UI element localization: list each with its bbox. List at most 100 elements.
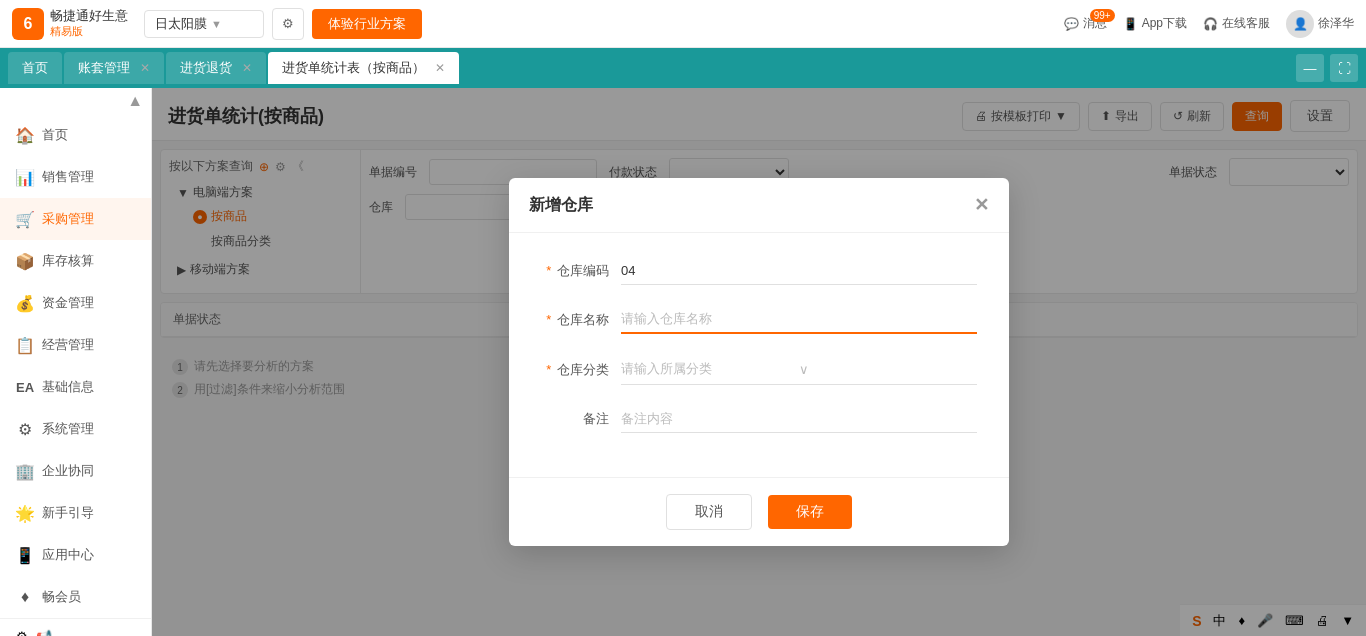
modal-add-warehouse: 新增仓库 ✕ * 仓库编码 * (509, 178, 1009, 546)
sidebar-settings-icon[interactable]: ⚙ (16, 629, 28, 636)
content-area: 进货单统计(按商品) 🖨 按模板打印 ▼ ⬆ 导出 ↺ 刷新 查询 (152, 88, 1366, 636)
sidebar-sales-label: 销售管理 (42, 168, 94, 186)
app-download-button[interactable]: 📱 App下载 (1123, 15, 1187, 32)
message-icon: 💬 (1064, 17, 1079, 31)
finance-icon: 💰 (16, 294, 34, 312)
cancel-button[interactable]: 取消 (666, 494, 752, 530)
sidebar-inventory-label: 库存核算 (42, 252, 94, 270)
store-name: 日太阳膜 (155, 15, 207, 33)
expand-icon: ⛶ (1338, 61, 1351, 76)
purchase-icon: 🛒 (16, 210, 34, 228)
sales-icon: 📊 (16, 168, 34, 186)
tab-returns[interactable]: 进货退货 ✕ (166, 52, 266, 84)
sidebar-speaker-icon[interactable]: 📢 (36, 629, 52, 636)
trial-button[interactable]: 体验行业方案 (312, 9, 422, 39)
sidebar-bottom: ⚙ 📢 (0, 618, 151, 636)
sidebar-home-label: 首页 (42, 126, 68, 144)
tab-minimize-button[interactable]: — (1296, 54, 1324, 82)
save-button[interactable]: 保存 (768, 495, 852, 529)
customer-service-label: 在线客服 (1222, 15, 1270, 32)
modal-overlay: 新增仓库 ✕ * 仓库编码 * (152, 88, 1366, 636)
name-label: * 仓库名称 (541, 311, 621, 329)
tab-account-label: 账套管理 (78, 59, 130, 77)
sidebar-item-inventory[interactable]: 📦 库存核算 (0, 240, 151, 282)
sidebar: ▲ 🏠 首页 📊 销售管理 🛒 采购管理 📦 库存核算 💰 资金管理 📋 经营管… (0, 88, 152, 636)
tab-home[interactable]: 首页 (8, 52, 62, 84)
category-label: * 仓库分类 (541, 361, 621, 379)
sidebar-item-guide[interactable]: 🌟 新手引导 (0, 492, 151, 534)
store-selector[interactable]: 日太阳膜 ▼ (144, 10, 264, 38)
sidebar-operation-label: 经营管理 (42, 336, 94, 354)
sidebar-item-home[interactable]: 🏠 首页 (0, 114, 151, 156)
category-required-star: * (546, 362, 551, 377)
app-download-label: App下载 (1142, 15, 1187, 32)
tab-statistics-close-icon[interactable]: ✕ (435, 61, 445, 75)
tab-returns-close-icon[interactable]: ✕ (242, 61, 252, 75)
minimize-icon: — (1304, 61, 1317, 76)
tab-statistics[interactable]: 进货单统计表（按商品） ✕ (268, 52, 459, 84)
sidebar-collapse[interactable]: ▲ (0, 88, 151, 114)
message-badge: 99+ (1090, 9, 1115, 22)
modal-row-category: * 仓库分类 请输入所属分类 ∨ (541, 354, 977, 385)
message-button[interactable]: 💬 消息 99+ (1064, 15, 1107, 32)
modal-close-button[interactable]: ✕ (974, 194, 989, 216)
sidebar-finance-label: 资金管理 (42, 294, 94, 312)
tab-statistics-label: 进货单统计表（按商品） (282, 59, 425, 77)
category-placeholder: 请输入所属分类 (621, 360, 799, 378)
name-required-star: * (546, 312, 551, 327)
remark-input[interactable] (621, 405, 977, 433)
sidebar-item-system[interactable]: ⚙ 系统管理 (0, 408, 151, 450)
header-right: 💬 消息 99+ 📱 App下载 🎧 在线客服 👤 徐泽华 (1064, 10, 1354, 38)
logo-icon: 6 (12, 8, 44, 40)
tab-home-label: 首页 (22, 59, 48, 77)
warehouse-name-input[interactable] (621, 305, 977, 334)
system-icon: ⚙ (16, 420, 34, 438)
warehouse-code-input[interactable] (621, 257, 977, 285)
tab-account[interactable]: 账套管理 ✕ (64, 52, 164, 84)
guide-icon: 🌟 (16, 504, 34, 522)
tab-expand-button[interactable]: ⛶ (1330, 54, 1358, 82)
modal-body: * 仓库编码 * 仓库名称 (509, 233, 1009, 477)
sidebar-item-finance[interactable]: 💰 资金管理 (0, 282, 151, 324)
sidebar-item-apps[interactable]: 📱 应用中心 (0, 534, 151, 576)
settings-button[interactable]: ⚙ (272, 8, 304, 40)
sidebar-item-operation[interactable]: 📋 经营管理 (0, 324, 151, 366)
sidebar-item-member[interactable]: ♦ 畅会员 (0, 576, 151, 618)
store-arrow-icon: ▼ (211, 18, 222, 30)
sidebar-guide-label: 新手引导 (42, 504, 94, 522)
sidebar-basic-label: 基础信息 (42, 378, 94, 396)
logo-sub: 精易版 (50, 24, 128, 39)
warehouse-category-select[interactable]: 请输入所属分类 ∨ (621, 354, 977, 385)
sidebar-enterprise-label: 企业协同 (42, 462, 94, 480)
sidebar-system-label: 系统管理 (42, 420, 94, 438)
user-profile[interactable]: 👤 徐泽华 (1286, 10, 1354, 38)
sidebar-item-purchase[interactable]: 🛒 采购管理 (0, 198, 151, 240)
avatar-icon: 👤 (1293, 17, 1308, 31)
operation-icon: 📋 (16, 336, 34, 354)
category-arrow-icon: ∨ (799, 362, 977, 377)
sidebar-apps-label: 应用中心 (42, 546, 94, 564)
code-required-star: * (546, 263, 551, 278)
top-header: 6 畅捷通好生意 精易版 日太阳膜 ▼ ⚙ 体验行业方案 💬 消息 99+ 📱 … (0, 0, 1366, 48)
sidebar-item-sales[interactable]: 📊 销售管理 (0, 156, 151, 198)
basic-info-icon: EA (16, 378, 34, 396)
sidebar-item-enterprise[interactable]: 🏢 企业协同 (0, 450, 151, 492)
modal-header: 新增仓库 ✕ (509, 178, 1009, 233)
tab-account-close-icon[interactable]: ✕ (140, 61, 150, 75)
headset-icon: 🎧 (1203, 17, 1218, 31)
sidebar-purchase-label: 采购管理 (42, 210, 94, 228)
logo-area: 6 畅捷通好生意 精易版 (12, 8, 128, 40)
modal-row-code: * 仓库编码 (541, 257, 977, 285)
main-layout: ▲ 🏠 首页 📊 销售管理 🛒 采购管理 📦 库存核算 💰 资金管理 📋 经营管… (0, 88, 1366, 636)
tab-bar: 首页 账套管理 ✕ 进货退货 ✕ 进货单统计表（按商品） ✕ — ⛶ (0, 48, 1366, 88)
phone-icon: 📱 (1123, 17, 1138, 31)
modal-row-remark: 备注 (541, 405, 977, 433)
modal-row-name: * 仓库名称 (541, 305, 977, 334)
remark-label: 备注 (541, 410, 621, 428)
sidebar-member-label: 畅会员 (42, 588, 81, 606)
customer-service-button[interactable]: 🎧 在线客服 (1203, 15, 1270, 32)
modal-footer: 取消 保存 (509, 477, 1009, 546)
sidebar-item-basic[interactable]: EA 基础信息 (0, 366, 151, 408)
logo-text-area: 畅捷通好生意 精易版 (50, 8, 128, 40)
member-icon: ♦ (16, 588, 34, 606)
